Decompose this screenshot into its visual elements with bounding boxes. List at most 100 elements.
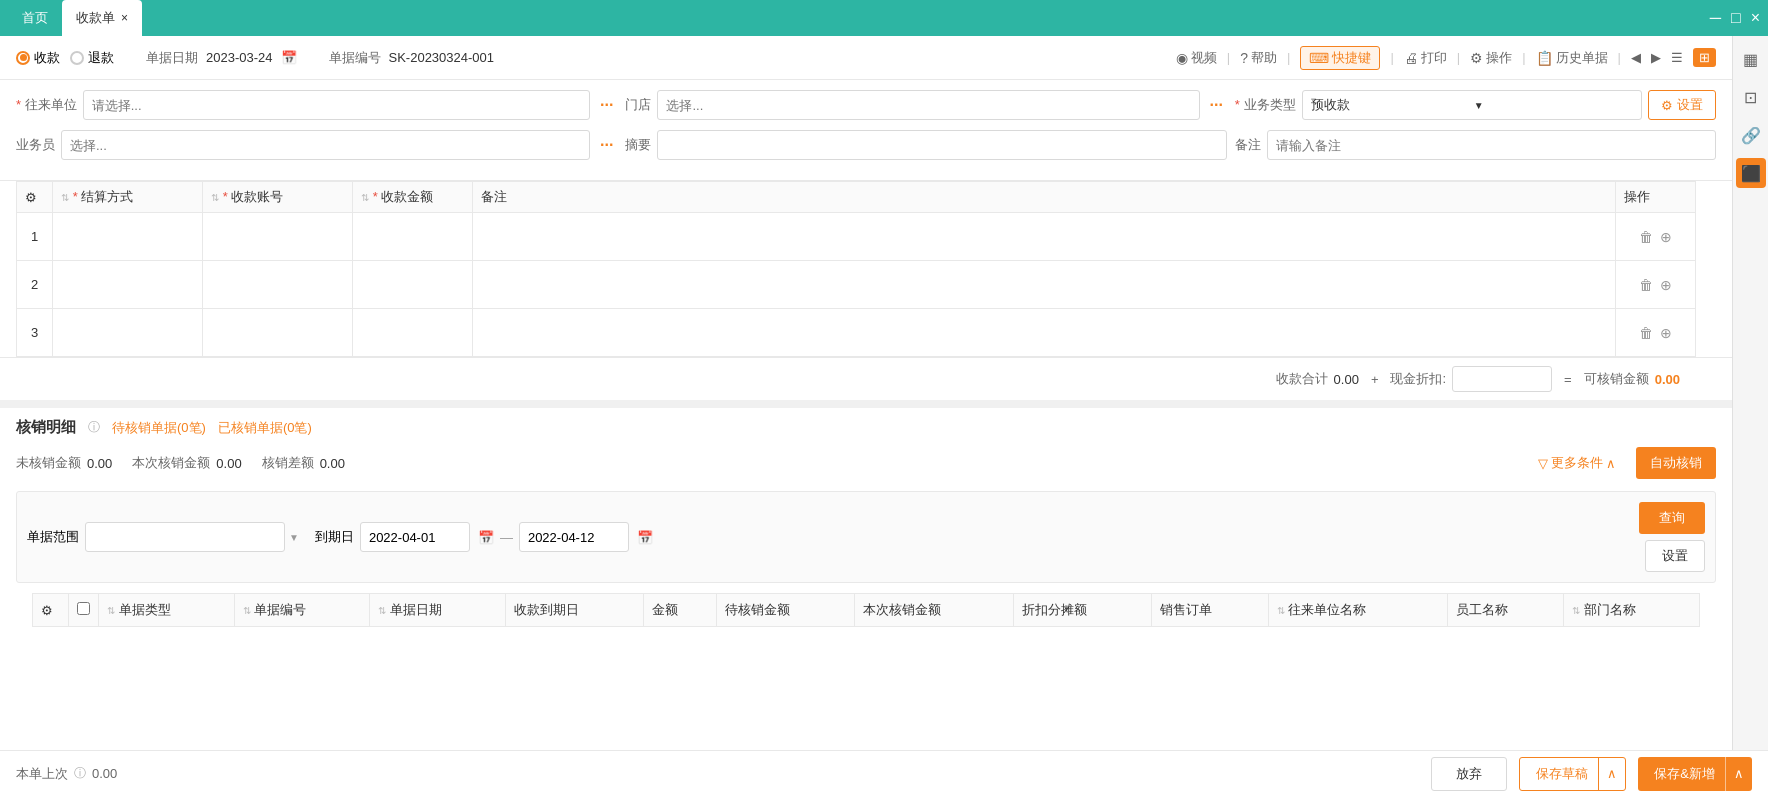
row-3-delete-icon[interactable]: 🗑 <box>1637 323 1655 343</box>
row-3-settlement[interactable] <box>53 309 203 357</box>
date-to-calendar-icon[interactable]: 📅 <box>637 530 653 545</box>
query-btn[interactable]: 查询 <box>1639 502 1705 534</box>
row-2-copy-icon[interactable]: ⊕ <box>1658 275 1674 295</box>
save-new-btn[interactable]: 保存&新增 ∧ <box>1638 757 1752 791</box>
action-video[interactable]: ◉ 视频 <box>1176 49 1217 67</box>
current-next-label: 本单上次 <box>16 765 68 783</box>
discount-input[interactable] <box>1452 366 1552 392</box>
date-to-input[interactable] <box>519 522 629 552</box>
save-new-dropdown-icon[interactable]: ∧ <box>1725 757 1752 791</box>
close-tab-icon[interactable]: × <box>121 11 128 25</box>
tab-pending[interactable]: 待核销单据(0笔) <box>112 419 206 437</box>
doc-date-calendar-icon[interactable]: 📅 <box>281 50 297 65</box>
date-from-calendar-icon[interactable]: 📅 <box>478 530 494 545</box>
save-draft-dropdown-icon[interactable]: ∧ <box>1598 758 1625 790</box>
writeoff-info-icon[interactable]: ⓘ <box>88 419 100 436</box>
stat-current: 本次核销金额 0.00 <box>132 454 241 472</box>
partner-input[interactable] <box>83 90 590 120</box>
row-1-settlement[interactable] <box>53 213 203 261</box>
biz-type-label: 业务类型 <box>1235 96 1296 114</box>
radio-tuikuan[interactable]: 退款 <box>70 49 114 67</box>
salesperson-input[interactable] <box>61 130 590 160</box>
row-1-copy-icon[interactable]: ⊕ <box>1658 227 1674 247</box>
row-2-settlement[interactable] <box>53 261 203 309</box>
row-1-remark[interactable] <box>473 213 1616 261</box>
shop-more-btn[interactable]: ··· <box>1206 96 1227 114</box>
radio-shoukuan[interactable]: 收款 <box>16 49 60 67</box>
mode-icon: ⊞ <box>1699 50 1710 65</box>
action-operation[interactable]: ⚙ 操作 <box>1470 49 1512 67</box>
action-nav-next[interactable]: ▶ <box>1651 50 1661 65</box>
summary-input[interactable] <box>657 130 1226 160</box>
remark-input[interactable] <box>1267 130 1716 160</box>
save-draft-label: 保存草稿 <box>1536 765 1588 783</box>
bth-doc-no: ⇅ 单据编号 <box>234 594 370 627</box>
row-1-amount[interactable] <box>353 213 473 261</box>
radio-circle-shoukuan <box>16 51 30 65</box>
row-3-amount[interactable] <box>353 309 473 357</box>
filter-range-field: 单据范围 ▼ <box>27 522 299 552</box>
plus-symbol: + <box>1371 372 1379 387</box>
action-help-label: 帮助 <box>1251 49 1277 67</box>
abandon-btn[interactable]: 放弃 <box>1431 757 1507 791</box>
action-print[interactable]: 🖨 打印 <box>1404 49 1447 67</box>
info-icon-footer[interactable]: ⓘ <box>74 765 86 782</box>
side-camera-icon[interactable]: ⬛ <box>1736 158 1766 188</box>
action-mode[interactable]: ⊞ <box>1693 48 1716 67</box>
partner-more-btn[interactable]: ··· <box>596 96 617 114</box>
stat-diff-value: 0.00 <box>320 456 345 471</box>
home-label: 首页 <box>22 9 48 27</box>
row-1-account[interactable] <box>203 213 353 261</box>
select-all-checkbox[interactable] <box>77 602 90 615</box>
side-scan-icon[interactable]: ⊡ <box>1736 82 1766 112</box>
bth-current: 本次核销金额 <box>854 594 1014 627</box>
bth-checkbox[interactable] <box>69 594 99 627</box>
nav-active-tab[interactable]: 收款单 × <box>62 0 142 36</box>
biz-settings-btn[interactable]: ⚙ 设置 <box>1648 90 1716 120</box>
date-from-input[interactable] <box>360 522 470 552</box>
bth-gear[interactable]: ⚙ <box>33 594 69 627</box>
row-2-account[interactable] <box>203 261 353 309</box>
row-3-remark[interactable] <box>473 309 1616 357</box>
row-2-remark[interactable] <box>473 261 1616 309</box>
th-amount-label: 收款金额 <box>373 189 434 204</box>
side-link-icon[interactable]: 🔗 <box>1736 120 1766 150</box>
salesperson-more-btn[interactable]: ··· <box>596 136 617 154</box>
action-nav-prev[interactable]: ◀ <box>1631 50 1641 65</box>
row-3-copy-icon[interactable]: ⊕ <box>1658 323 1674 343</box>
range-input[interactable] <box>85 522 285 552</box>
bth-sales-order: 销售订单 <box>1152 594 1268 627</box>
summary-field: 摘要 <box>625 130 1226 160</box>
th-gear[interactable]: ⚙ <box>17 182 53 213</box>
writeoff-header: 核销明细 ⓘ 待核销单据(0笔) 已核销单据(0笔) <box>16 418 1716 437</box>
action-layout[interactable]: ☰ <box>1671 50 1683 65</box>
save-draft-btn[interactable]: 保存草稿 ∧ <box>1519 757 1626 791</box>
receipt-type-group: 收款 退款 <box>16 49 114 67</box>
row-2-delete-icon[interactable]: 🗑 <box>1637 275 1655 295</box>
summary-total: 收款合计 0.00 <box>1276 370 1359 388</box>
tab-done[interactable]: 已核销单据(0笔) <box>218 419 312 437</box>
maximize-icon[interactable]: □ <box>1731 9 1741 27</box>
stat-unwritten-label: 未核销金额 <box>16 454 81 472</box>
more-conditions-btn[interactable]: ▽ 更多条件 ∧ <box>1538 454 1616 472</box>
nav-home-tab[interactable]: 首页 <box>8 0 62 36</box>
filter-settings-btn[interactable]: 设置 <box>1645 540 1705 572</box>
auto-writeoff-btn[interactable]: 自动核销 <box>1636 447 1716 479</box>
row-1-delete-icon[interactable]: 🗑 <box>1637 227 1655 247</box>
minimize-icon[interactable]: ─ <box>1710 9 1721 27</box>
biz-type-select[interactable]: 预收款 ▼ <box>1302 90 1642 120</box>
action-help[interactable]: ? 帮助 <box>1240 49 1277 67</box>
action-shortcut[interactable]: ⌨ 快捷键 <box>1300 46 1380 70</box>
th-account: ⇅ 收款账号 <box>203 182 353 213</box>
side-table-icon[interactable]: ▦ <box>1736 44 1766 74</box>
shop-input[interactable] <box>657 90 1199 120</box>
close-window-icon[interactable]: × <box>1751 9 1760 27</box>
row-3-account[interactable] <box>203 309 353 357</box>
row-2-amount[interactable] <box>353 261 473 309</box>
range-dropdown-icon[interactable]: ▼ <box>289 532 299 543</box>
action-history[interactable]: 📋 历史单据 <box>1536 49 1608 67</box>
bth-sales-order-label: 销售订单 <box>1160 602 1212 617</box>
row-num-2: 2 <box>17 261 53 309</box>
th-remark-label: 备注 <box>481 189 507 204</box>
sort-icon-amount: ⇅ <box>361 192 369 203</box>
